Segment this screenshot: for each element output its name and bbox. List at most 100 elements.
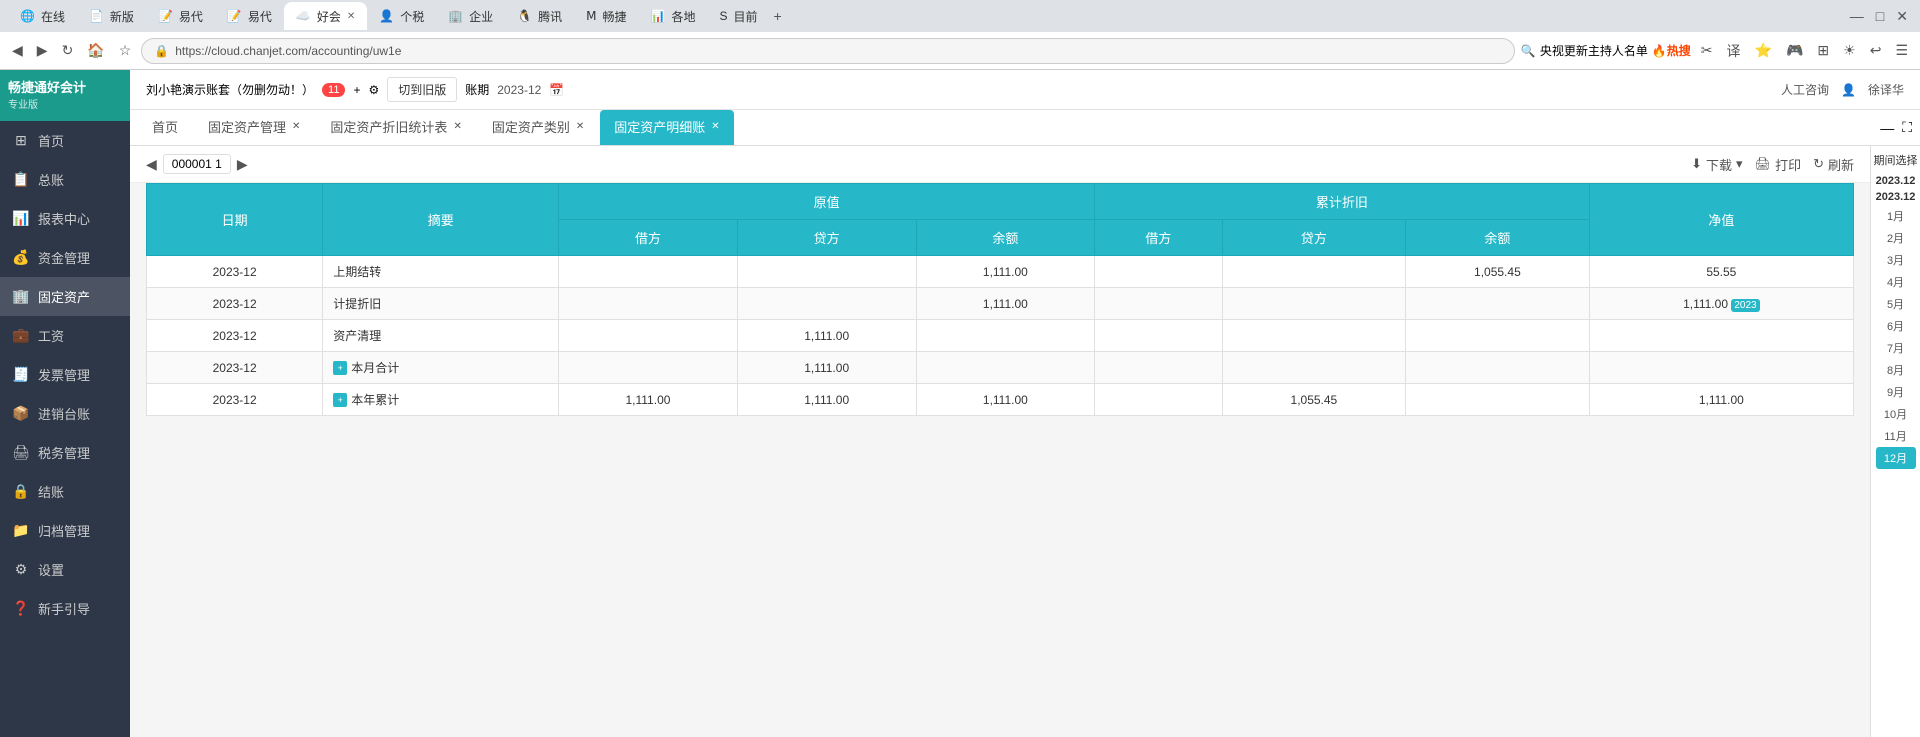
tab-browser-geshui[interactable]: 👤 个税 xyxy=(367,2,436,30)
col-orig-balance: 余额 xyxy=(916,220,1095,256)
tab-browser-haohui[interactable]: ☁️ 好会 ✕ xyxy=(284,2,367,30)
translate-button[interactable]: 译 xyxy=(1723,37,1745,65)
month-item-2[interactable]: 2月 xyxy=(1876,227,1916,249)
tab-browser-yidai1[interactable]: 📝 易代 xyxy=(146,2,215,30)
period-start-date: 2023.12 xyxy=(1874,173,1918,189)
menu-button[interactable]: ☰ xyxy=(1891,38,1912,63)
grid-button[interactable]: ⊞ xyxy=(1813,38,1833,63)
tab-browser-muqian[interactable]: S 目前 xyxy=(707,2,769,30)
back-button[interactable]: ◀ xyxy=(8,38,27,63)
month-item-6[interactable]: 6月 xyxy=(1876,315,1916,337)
sidebar-item-label: 首页 xyxy=(38,131,64,150)
tab-browser-tengxun[interactable]: 🐧 腾讯 xyxy=(505,2,574,30)
cell-acc-debit xyxy=(1095,384,1222,416)
sidebar-item-label: 归档管理 xyxy=(38,521,90,540)
address-bar[interactable]: 🔒 https://cloud.chanjet.com/accounting/u… xyxy=(141,38,1515,64)
tab-browser-xinban[interactable]: 📄 新版 xyxy=(77,2,146,30)
month-item-4[interactable]: 4月 xyxy=(1876,271,1916,293)
download-button[interactable]: ⬇ 下载 ▾ xyxy=(1691,155,1742,174)
rewards-button[interactable]: ⭐ xyxy=(1751,38,1776,63)
cell-acc-balance: 1,055.45 xyxy=(1406,256,1590,288)
search-icon: 🔍 xyxy=(1521,44,1536,58)
tab-browser-yidai2[interactable]: 📝 易代 xyxy=(215,2,284,30)
minimize-button[interactable]: — xyxy=(1846,6,1868,27)
home-button[interactable]: 🏠 xyxy=(83,38,108,63)
new-tab-button[interactable]: + xyxy=(770,4,786,28)
switch-version-button[interactable]: 切到旧版 xyxy=(387,77,457,102)
tab-icon: ☁️ xyxy=(296,9,311,23)
archive-icon: 📁 xyxy=(12,522,30,539)
month-item-8[interactable]: 8月 xyxy=(1876,359,1916,381)
company-name: 刘小艳演示账套（勿删勿动！） xyxy=(146,81,314,98)
month-item-5[interactable]: 5月 xyxy=(1876,293,1916,315)
month-item-12[interactable]: 12月 xyxy=(1876,447,1916,469)
sidebar-item-funds[interactable]: 💰 资金管理 xyxy=(0,238,130,277)
undo-button[interactable]: ↩ xyxy=(1866,38,1886,63)
month-item-7[interactable]: 7月 xyxy=(1876,337,1916,359)
close-button[interactable]: ✕ xyxy=(1892,6,1912,27)
sidebar-item-invoice[interactable]: 🧾 发票管理 xyxy=(0,355,130,394)
month-item-3[interactable]: 3月 xyxy=(1876,249,1916,271)
sidebar-item-payroll[interactable]: 💼 工资 xyxy=(0,316,130,355)
refresh-button[interactable]: ↻ 刷新 xyxy=(1813,155,1854,174)
month-item-9[interactable]: 9月 xyxy=(1876,381,1916,403)
tab-asset-detail-ledger[interactable]: 固定资产明细账 ✕ xyxy=(600,110,733,145)
cell-date: 2023-12 xyxy=(147,320,323,352)
sidebar-item-home[interactable]: ⊞ 首页 xyxy=(0,121,130,160)
sidebar-item-archive[interactable]: 📁 归档管理 xyxy=(0,511,130,550)
tab-browser-changjie[interactable]: Ⅿ 畅捷 xyxy=(574,2,638,30)
ledger-table: 日期 摘要 原值 累计折旧 净值 借方 贷方 余额 借方 xyxy=(146,183,1854,416)
user-name: 徐译华 xyxy=(1868,81,1904,98)
cell-orig-debit xyxy=(559,352,738,384)
sidebar-item-label: 发票管理 xyxy=(38,365,90,384)
sidebar-item-fixed-assets[interactable]: 🏢 固定资产 xyxy=(0,277,130,316)
tab-depreciation-stat[interactable]: 固定资产折旧统计表 ✕ xyxy=(316,110,475,145)
month-item-10[interactable]: 10月 xyxy=(1876,403,1916,425)
month-item-1[interactable]: 1月 xyxy=(1876,205,1916,227)
tab-icon: S xyxy=(719,9,727,23)
maximize-button[interactable]: □ xyxy=(1872,6,1888,27)
sidebar-item-settings[interactable]: ⚙ 设置 xyxy=(0,550,130,589)
cell-acc-debit xyxy=(1095,256,1222,288)
sidebar-item-reports[interactable]: 📊 报表中心 xyxy=(0,199,130,238)
tab-close-icon[interactable]: ✕ xyxy=(347,11,355,22)
tab-close-icon[interactable]: ✕ xyxy=(711,121,719,132)
bookmark-button[interactable]: ☆ xyxy=(115,38,136,63)
tab-close-icon[interactable]: ✕ xyxy=(576,121,584,132)
col-acc-credit: 贷方 xyxy=(1222,220,1406,256)
security-icon: 🔒 xyxy=(154,44,169,58)
minimize-panel-button[interactable]: — xyxy=(1880,119,1894,136)
support-label[interactable]: 人工咨询 xyxy=(1781,81,1829,98)
tab-browser-gedi[interactable]: 📊 各地 xyxy=(639,2,708,30)
next-page-button[interactable]: ▶ xyxy=(237,156,248,173)
sidebar-navigation: ⊞ 首页 📋 总账 📊 报表中心 💰 资金管理 🏢 固定资产 💼 工资 xyxy=(0,121,130,737)
tab-browser-zaixin[interactable]: 🌐 在线 xyxy=(8,2,77,30)
table-row: 2023-12 资产清理 1,111.00 xyxy=(147,320,1854,352)
sidebar-item-tax[interactable]: 🖨 税务管理 xyxy=(0,433,130,472)
home-icon: ⊞ xyxy=(12,132,30,149)
sidebar-item-close-period[interactable]: 🔒 结账 xyxy=(0,472,130,511)
tab-fixed-assets-mgmt[interactable]: 固定资产管理 ✕ xyxy=(194,110,314,145)
tab-label: 固定资产管理 xyxy=(208,117,286,136)
sidebar-item-guide[interactable]: ❓ 新手引导 xyxy=(0,589,130,628)
tab-asset-category[interactable]: 固定资产类别 ✕ xyxy=(478,110,598,145)
sidebar-item-general-ledger[interactable]: 📋 总账 xyxy=(0,160,130,199)
maximize-panel-button[interactable]: ⛶ xyxy=(1902,119,1912,136)
print-button[interactable]: 🖨 打印 xyxy=(1755,155,1802,174)
gaming-button[interactable]: 🎮 xyxy=(1782,38,1807,63)
cell-orig-balance: 1,111.00 xyxy=(916,256,1095,288)
brightness-button[interactable]: ☀ xyxy=(1839,38,1860,63)
tab-close-icon[interactable]: ✕ xyxy=(453,121,461,132)
forward-button[interactable]: ▶ xyxy=(33,38,52,63)
col-summary: 摘要 xyxy=(323,184,559,256)
tab-home[interactable]: 首页 xyxy=(138,110,192,145)
month-item-11[interactable]: 11月 xyxy=(1876,425,1916,447)
sidebar-item-purchase-sales[interactable]: 📦 进销台账 xyxy=(0,394,130,433)
extensions-button[interactable]: ✂ xyxy=(1697,38,1717,63)
funds-icon: 💰 xyxy=(12,249,30,266)
logo-sub: 专业版 xyxy=(8,96,86,111)
tab-close-icon[interactable]: ✕ xyxy=(292,121,300,132)
tab-browser-qiye[interactable]: 🏢 企业 xyxy=(436,2,505,30)
reload-button[interactable]: ↻ xyxy=(58,38,78,63)
prev-page-button[interactable]: ◀ xyxy=(146,156,157,173)
